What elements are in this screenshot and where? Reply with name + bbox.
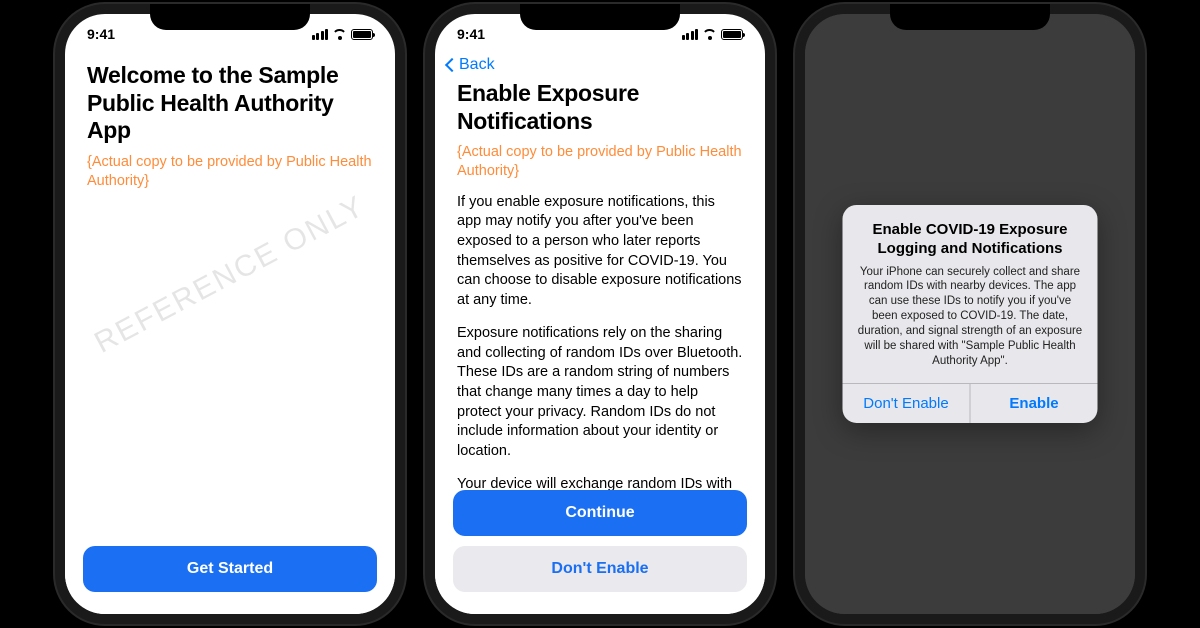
page-title: Enable Exposure Notifications [457, 80, 743, 135]
phone-mockup-alert: Enable COVID-19 Exposure Logging and Not… [795, 4, 1145, 624]
signal-icon [682, 29, 699, 40]
alert-button-row: Don't Enable Enable [843, 383, 1098, 423]
signal-icon [312, 29, 329, 40]
wifi-icon [332, 29, 347, 40]
get-started-button[interactable]: Get Started [83, 546, 377, 592]
wifi-icon [702, 29, 717, 40]
phone-notch [890, 4, 1050, 30]
status-indicators [682, 29, 744, 40]
content-area: Enable Exposure Notifications {Actual co… [435, 80, 765, 490]
alert-title: Enable COVID-19 Exposure Logging and Not… [857, 221, 1084, 259]
back-label: Back [459, 56, 495, 74]
dont-enable-button[interactable]: Don't Enable [453, 546, 747, 592]
watermark-text: REFERENCE ONLY [89, 190, 371, 361]
phone-notch [520, 4, 680, 30]
alert-body: Enable COVID-19 Exposure Logging and Not… [843, 205, 1098, 383]
alert-dont-enable-button[interactable]: Don't Enable [843, 384, 971, 423]
page-title: Welcome to the Sample Public Health Auth… [87, 62, 373, 145]
continue-button[interactable]: Continue [453, 490, 747, 536]
placeholder-note: {Actual copy to be provided by Public He… [457, 143, 743, 181]
footer-actions: Get Started [65, 546, 395, 614]
footer-actions: Continue Don't Enable [435, 490, 765, 614]
content-area: REFERENCE ONLY Welcome to the Sample Pub… [65, 54, 395, 546]
screen-enable: 9:41 Back Enable Exposure Notifications … [435, 14, 765, 614]
alert-message: Your iPhone can securely collect and sha… [857, 264, 1084, 369]
screen-alert: Enable COVID-19 Exposure Logging and Not… [805, 14, 1135, 614]
body-paragraph-2: Exposure notifications rely on the shari… [457, 324, 743, 461]
status-time: 9:41 [87, 26, 115, 42]
screen-welcome: 9:41 REFERENCE ONLY Welcome to the Sampl… [65, 14, 395, 614]
phone-notch [150, 4, 310, 30]
chevron-left-icon [445, 58, 459, 72]
back-button[interactable]: Back [435, 54, 765, 80]
battery-icon [721, 29, 743, 40]
system-alert: Enable COVID-19 Exposure Logging and Not… [843, 205, 1098, 423]
status-time: 9:41 [457, 26, 485, 42]
body-paragraph-1: If you enable exposure notifications, th… [457, 193, 743, 310]
placeholder-note: {Actual copy to be provided by Public He… [87, 153, 373, 191]
body-paragraph-3: Your device will exchange random IDs wit… [457, 475, 743, 490]
battery-icon [351, 29, 373, 40]
status-indicators [312, 29, 374, 40]
alert-enable-button[interactable]: Enable [971, 384, 1098, 423]
phone-mockup-welcome: 9:41 REFERENCE ONLY Welcome to the Sampl… [55, 4, 405, 624]
phone-mockup-enable: 9:41 Back Enable Exposure Notifications … [425, 4, 775, 624]
